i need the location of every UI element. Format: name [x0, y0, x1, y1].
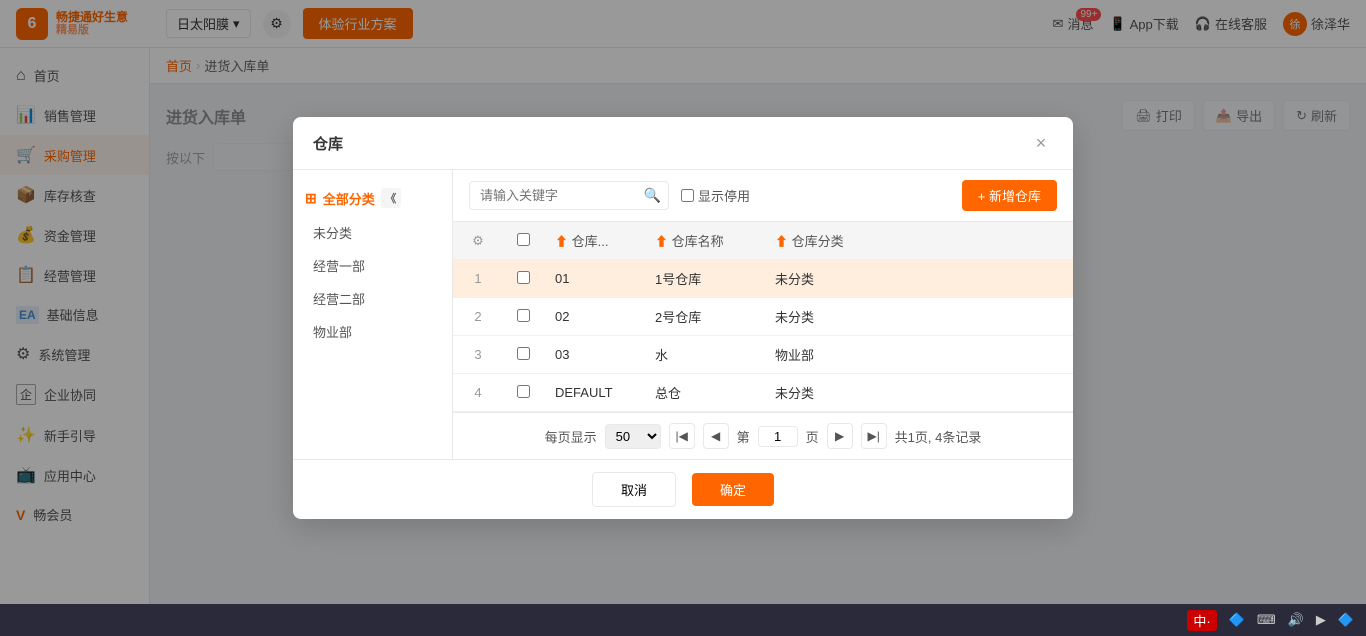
- row-category-1: 未分类: [763, 260, 1073, 298]
- page-number-input[interactable]: [758, 426, 798, 447]
- per-page-label: 每页显示: [545, 427, 597, 446]
- category-item-uncategorized[interactable]: 未分类: [293, 216, 452, 249]
- taskbar: 中· 🔷 ⌨ 🔊 ▶ 🔷: [0, 604, 1366, 636]
- table-header: ⚙ ⬆ 仓库... ⬆ 仓库名称 ⬆ 仓库分类: [453, 222, 1073, 260]
- page-label-pre: 第: [737, 427, 750, 446]
- sort-icon: ⬆: [555, 234, 568, 249]
- show-disabled-checkbox[interactable]: [681, 189, 694, 202]
- category-all-label: 全部分类: [323, 189, 375, 208]
- next-page-button[interactable]: ▶: [827, 423, 853, 449]
- search-input[interactable]: [469, 181, 669, 210]
- category-all-header[interactable]: ⊞ 全部分类 《: [293, 180, 452, 216]
- warehouse-table-wrap: ⚙ ⬆ 仓库... ⬆ 仓库名称 ⬆ 仓库分类: [453, 222, 1073, 412]
- category-panel: ⊞ 全部分类 《 未分类 经营一部 经营二部 物业部: [293, 170, 453, 459]
- row-category-3: 物业部: [763, 336, 1073, 374]
- row-code-1: 01: [543, 260, 643, 298]
- col-header-check: [503, 222, 543, 260]
- table-row[interactable]: 3 03 水 物业部: [453, 336, 1073, 374]
- modal-title: 仓库: [313, 133, 343, 154]
- add-warehouse-button[interactable]: + 新增仓库: [962, 180, 1057, 211]
- row-code-2: 02: [543, 298, 643, 336]
- row-code-4: DEFAULT: [543, 374, 643, 412]
- modal-close-button[interactable]: ×: [1029, 131, 1053, 155]
- per-page-select[interactable]: 50 100: [605, 424, 661, 449]
- prev-page-button[interactable]: ◀: [703, 423, 729, 449]
- category-item-dept2[interactable]: 经营二部: [293, 282, 452, 315]
- search-icon[interactable]: 🔍: [644, 187, 661, 204]
- modal-footer: 取消 确定: [293, 459, 1073, 519]
- warehouse-modal: 仓库 × ⊞ 全部分类 《 未分类 经营一部 经营二部 物业部: [293, 117, 1073, 519]
- search-input-wrap: 🔍: [469, 181, 669, 210]
- table-row[interactable]: 2 02 2号仓库 未分类: [453, 298, 1073, 336]
- col-header-name[interactable]: ⬆ 仓库名称: [643, 222, 763, 260]
- row-name-2: 2号仓库: [643, 298, 763, 336]
- cancel-button[interactable]: 取消: [592, 472, 676, 507]
- first-page-button[interactable]: |◀: [669, 423, 695, 449]
- row-index-1: 1: [453, 260, 503, 298]
- row-check-1[interactable]: [503, 260, 543, 298]
- taskbar-play-icon[interactable]: ▶: [1316, 612, 1326, 628]
- total-info: 共1页, 4条记录: [895, 427, 982, 446]
- row-code-3: 03: [543, 336, 643, 374]
- row-index-4: 4: [453, 374, 503, 412]
- col-header-code[interactable]: ⬆ 仓库...: [543, 222, 643, 260]
- row-check-2[interactable]: [503, 298, 543, 336]
- sort-icon-name: ⬆: [655, 234, 668, 249]
- taskbar-icon-2[interactable]: 🔷: [1338, 612, 1354, 628]
- search-bar: 🔍 显示停用 + 新增仓库: [453, 170, 1073, 222]
- row-name-3: 水: [643, 336, 763, 374]
- last-page-button[interactable]: ▶|: [861, 423, 887, 449]
- warehouse-table: ⚙ ⬆ 仓库... ⬆ 仓库名称 ⬆ 仓库分类: [453, 222, 1073, 412]
- show-disabled-label[interactable]: 显示停用: [681, 186, 750, 205]
- content-panel: 🔍 显示停用 + 新增仓库 ⚙: [453, 170, 1073, 459]
- row-check-4[interactable]: [503, 374, 543, 412]
- category-item-dept1[interactable]: 经营一部: [293, 249, 452, 282]
- category-item-property[interactable]: 物业部: [293, 315, 452, 348]
- show-disabled-text: 显示停用: [698, 186, 750, 205]
- row-index-2: 2: [453, 298, 503, 336]
- modal-header: 仓库 ×: [293, 117, 1073, 170]
- table-body: 1 01 1号仓库 未分类 2 02 2号仓库: [453, 260, 1073, 412]
- modal-overlay: 仓库 × ⊞ 全部分类 《 未分类 经营一部 经营二部 物业部: [0, 0, 1366, 636]
- sort-icon-cat: ⬆: [775, 234, 788, 249]
- row-category-2: 未分类: [763, 298, 1073, 336]
- pagination: 每页显示 50 100 |◀ ◀ 第 页 ▶ ▶| 共1页, 4条记录: [453, 412, 1073, 459]
- row-index-3: 3: [453, 336, 503, 374]
- modal-body: ⊞ 全部分类 《 未分类 经营一部 经营二部 物业部 🔍: [293, 170, 1073, 459]
- table-row[interactable]: 1 01 1号仓库 未分类: [453, 260, 1073, 298]
- taskbar-keyboard-icon[interactable]: ⌨: [1257, 612, 1276, 628]
- taskbar-icon-1[interactable]: 🔷: [1229, 612, 1245, 628]
- table-row[interactable]: 4 DEFAULT 总仓 未分类: [453, 374, 1073, 412]
- row-category-4: 未分类: [763, 374, 1073, 412]
- row-check-3[interactable]: [503, 336, 543, 374]
- select-all-checkbox[interactable]: [517, 233, 530, 246]
- col-header-category[interactable]: ⬆ 仓库分类: [763, 222, 1073, 260]
- col-header-gear: ⚙: [453, 222, 503, 260]
- taskbar-volume-icon[interactable]: 🔊: [1288, 612, 1304, 628]
- grid-icon: ⊞: [305, 190, 317, 207]
- confirm-button[interactable]: 确定: [692, 473, 774, 506]
- taskbar-input-method[interactable]: 中·: [1187, 610, 1216, 631]
- row-name-4: 总仓: [643, 374, 763, 412]
- page-label-post: 页: [806, 427, 819, 446]
- collapse-button[interactable]: 《: [381, 188, 401, 208]
- row-name-1: 1号仓库: [643, 260, 763, 298]
